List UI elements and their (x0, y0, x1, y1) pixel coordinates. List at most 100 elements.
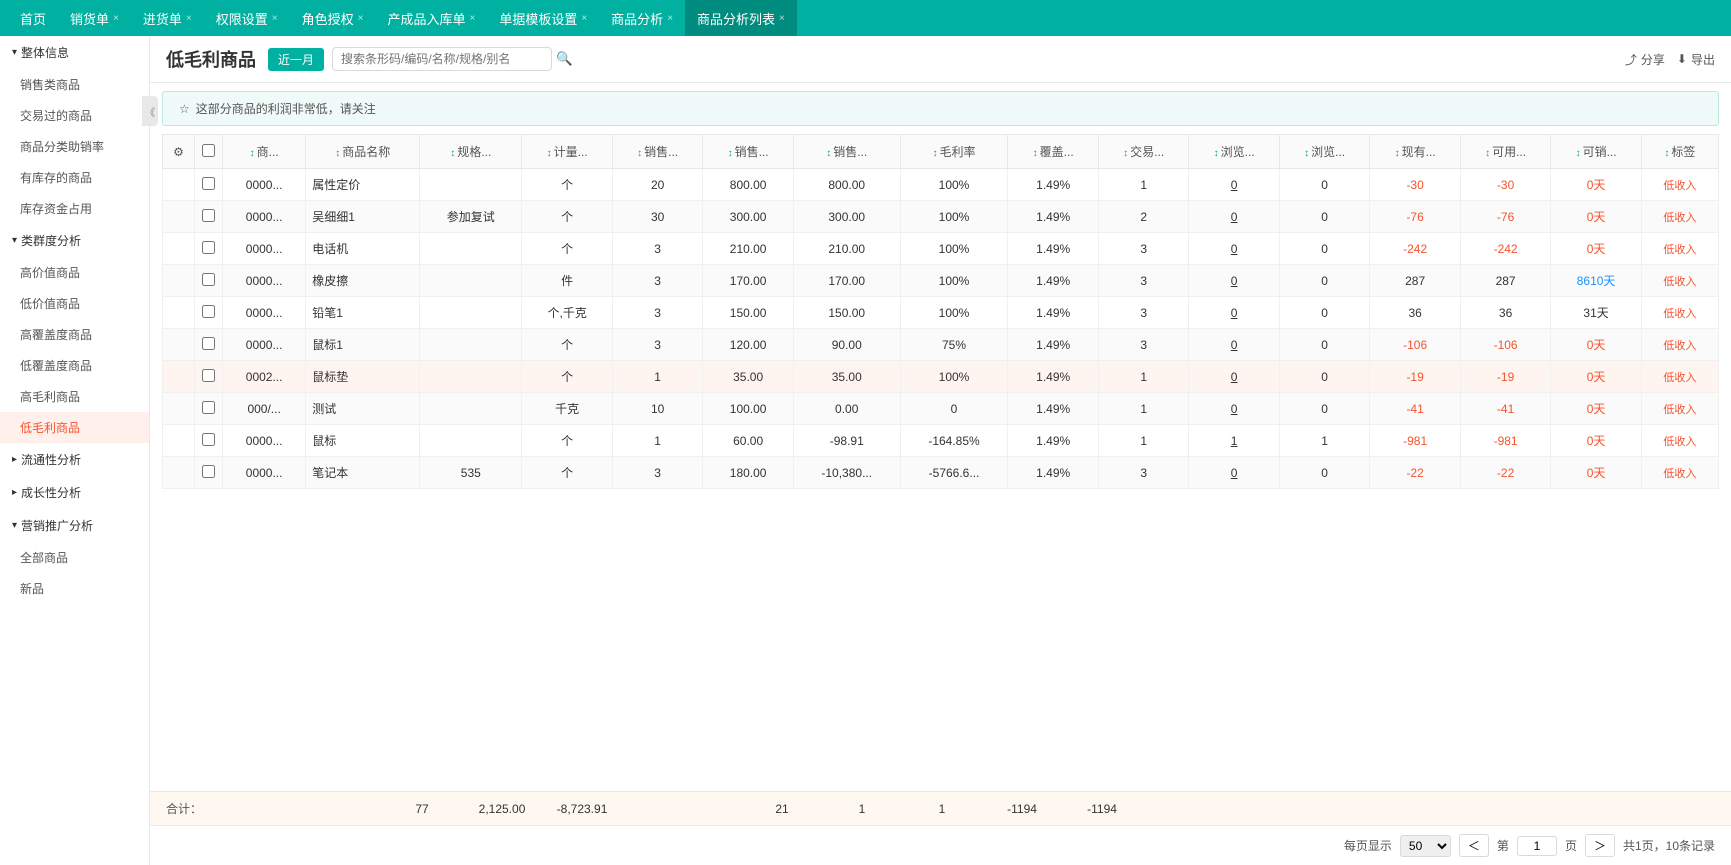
nav-item-home[interactable]: 首页 (8, 0, 58, 36)
cell-settings[interactable] (163, 201, 195, 233)
cell-view1[interactable]: 0 (1189, 265, 1279, 297)
nav-item-analysis[interactable]: 商品分析 × (599, 0, 685, 36)
nav-item-roles[interactable]: 角色授权 × (290, 0, 376, 36)
col-tag[interactable]: ↕标签 (1641, 135, 1718, 169)
cell-settings[interactable] (163, 425, 195, 457)
row-checkbox[interactable] (202, 177, 215, 190)
close-icon[interactable]: × (581, 13, 587, 24)
cell-view1[interactable]: 0 (1189, 233, 1279, 265)
sidebar-item-traded-goods[interactable]: 交易过的商品 (0, 100, 149, 131)
cell-settings[interactable] (163, 265, 195, 297)
search-button[interactable]: 🔍 (556, 51, 573, 67)
col-sales-amount[interactable]: ↕销售... (793, 135, 900, 169)
share-button[interactable]: ⤴ 分享 (1625, 51, 1665, 68)
cell-checkbox[interactable] (195, 201, 223, 233)
close-icon[interactable]: × (667, 13, 673, 24)
sidebar-group-growth[interactable]: ▸ 成长性分析 (0, 476, 149, 509)
row-checkbox[interactable] (202, 241, 215, 254)
col-checkbox[interactable] (195, 135, 223, 169)
sidebar-item-low-margin[interactable]: 低毛利商品 (0, 412, 149, 443)
nav-item-template[interactable]: 单据模板设置 × (487, 0, 599, 36)
sidebar-item-new-goods[interactable]: 新品 (0, 573, 149, 604)
next-page-button[interactable]: ＞ (1585, 834, 1615, 857)
cell-checkbox[interactable] (195, 329, 223, 361)
sidebar-item-category-rate[interactable]: 商品分类助销率 (0, 131, 149, 162)
cell-checkbox[interactable] (195, 297, 223, 329)
cell-checkbox[interactable] (195, 393, 223, 425)
col-name[interactable]: ↕商品名称 (306, 135, 420, 169)
row-checkbox[interactable] (202, 337, 215, 350)
sidebar-item-high-value[interactable]: 高价值商品 (0, 257, 149, 288)
nav-item-sales[interactable]: 销货单 × (58, 0, 131, 36)
nav-item-permissions[interactable]: 权限设置 × (204, 0, 290, 36)
cell-settings[interactable] (163, 393, 195, 425)
col-transaction[interactable]: ↕交易... (1098, 135, 1188, 169)
row-checkbox[interactable] (202, 305, 215, 318)
col-gross-margin[interactable]: ↕毛利率 (900, 135, 1008, 169)
cell-view1[interactable]: 0 (1189, 361, 1279, 393)
nav-item-product-entry[interactable]: 产成品入库单 × (375, 0, 487, 36)
cell-view1[interactable]: 0 (1189, 297, 1279, 329)
export-button[interactable]: ⬇ 导出 (1677, 51, 1715, 68)
sidebar-item-low-value[interactable]: 低价值商品 (0, 288, 149, 319)
cell-settings[interactable] (163, 169, 195, 201)
sidebar-item-capital[interactable]: 库存资金占用 (0, 193, 149, 224)
sidebar-item-high-coverage[interactable]: 高覆盖度商品 (0, 319, 149, 350)
select-all-checkbox[interactable] (202, 144, 215, 157)
nav-item-analysis-list[interactable]: 商品分析列表 × (685, 0, 797, 36)
period-button[interactable]: 近一月 (268, 48, 324, 71)
cell-checkbox[interactable] (195, 169, 223, 201)
prev-page-button[interactable]: ＜ (1459, 834, 1489, 857)
cell-settings[interactable] (163, 233, 195, 265)
col-settings[interactable]: ⚙ (163, 135, 195, 169)
cell-checkbox[interactable] (195, 265, 223, 297)
page-input[interactable] (1517, 836, 1557, 856)
close-icon[interactable]: × (779, 13, 785, 24)
cell-view1[interactable]: 0 (1189, 457, 1279, 489)
sidebar-item-stock-goods[interactable]: 有库存的商品 (0, 162, 149, 193)
close-icon[interactable]: × (469, 13, 475, 24)
col-current-stock[interactable]: ↕现有... (1370, 135, 1460, 169)
cell-view1[interactable]: 1 (1189, 425, 1279, 457)
cell-checkbox[interactable] (195, 425, 223, 457)
col-sales-price[interactable]: ↕销售... (703, 135, 793, 169)
col-coverage[interactable]: ↕覆盖... (1008, 135, 1098, 169)
cell-settings[interactable] (163, 329, 195, 361)
cell-view1[interactable]: 0 (1189, 169, 1279, 201)
col-saleable[interactable]: ↕可销... (1551, 135, 1641, 169)
cell-view1[interactable]: 0 (1189, 393, 1279, 425)
cell-checkbox[interactable] (195, 457, 223, 489)
cell-settings[interactable] (163, 361, 195, 393)
col-spec[interactable]: ↕规格... (420, 135, 522, 169)
cell-view1[interactable]: 0 (1189, 201, 1279, 233)
sidebar-item-sales-goods[interactable]: 销售类商品 (0, 69, 149, 100)
row-checkbox[interactable] (202, 369, 215, 382)
table-container[interactable]: ⚙ ↕商... ↕商品名称 ↕规格... ↕计量... ↕销售... ↕销售..… (150, 134, 1731, 791)
sidebar-item-low-coverage[interactable]: 低覆盖度商品 (0, 350, 149, 381)
cell-settings[interactable] (163, 457, 195, 489)
cell-checkbox[interactable] (195, 233, 223, 265)
sidebar-group-circulation[interactable]: ▸ 流通性分析 (0, 443, 149, 476)
sidebar-item-all-goods[interactable]: 全部商品 (0, 542, 149, 573)
cell-view1[interactable]: 0 (1189, 329, 1279, 361)
close-icon[interactable]: × (186, 13, 192, 24)
row-checkbox[interactable] (202, 401, 215, 414)
row-checkbox[interactable] (202, 209, 215, 222)
sidebar-collapse-button[interactable]: 《 (142, 96, 158, 126)
cell-checkbox[interactable] (195, 361, 223, 393)
per-page-select[interactable]: 50 100 200 (1400, 835, 1451, 857)
close-icon[interactable]: × (113, 13, 119, 24)
col-sales-qty[interactable]: ↕销售... (612, 135, 702, 169)
row-checkbox[interactable] (202, 433, 215, 446)
search-input[interactable] (332, 47, 552, 71)
close-icon[interactable]: × (358, 13, 364, 24)
row-checkbox[interactable] (202, 273, 215, 286)
col-code[interactable]: ↕商... (223, 135, 306, 169)
sidebar-group-marketing[interactable]: ▾ 营销推广分析 (0, 509, 149, 542)
col-view2[interactable]: ↕浏览... (1279, 135, 1369, 169)
nav-item-purchase[interactable]: 进货单 × (131, 0, 204, 36)
sidebar-group-cluster[interactable]: ▾ 类群度分析 (0, 224, 149, 257)
row-checkbox[interactable] (202, 465, 215, 478)
cell-settings[interactable] (163, 297, 195, 329)
col-available[interactable]: ↕可用... (1460, 135, 1550, 169)
